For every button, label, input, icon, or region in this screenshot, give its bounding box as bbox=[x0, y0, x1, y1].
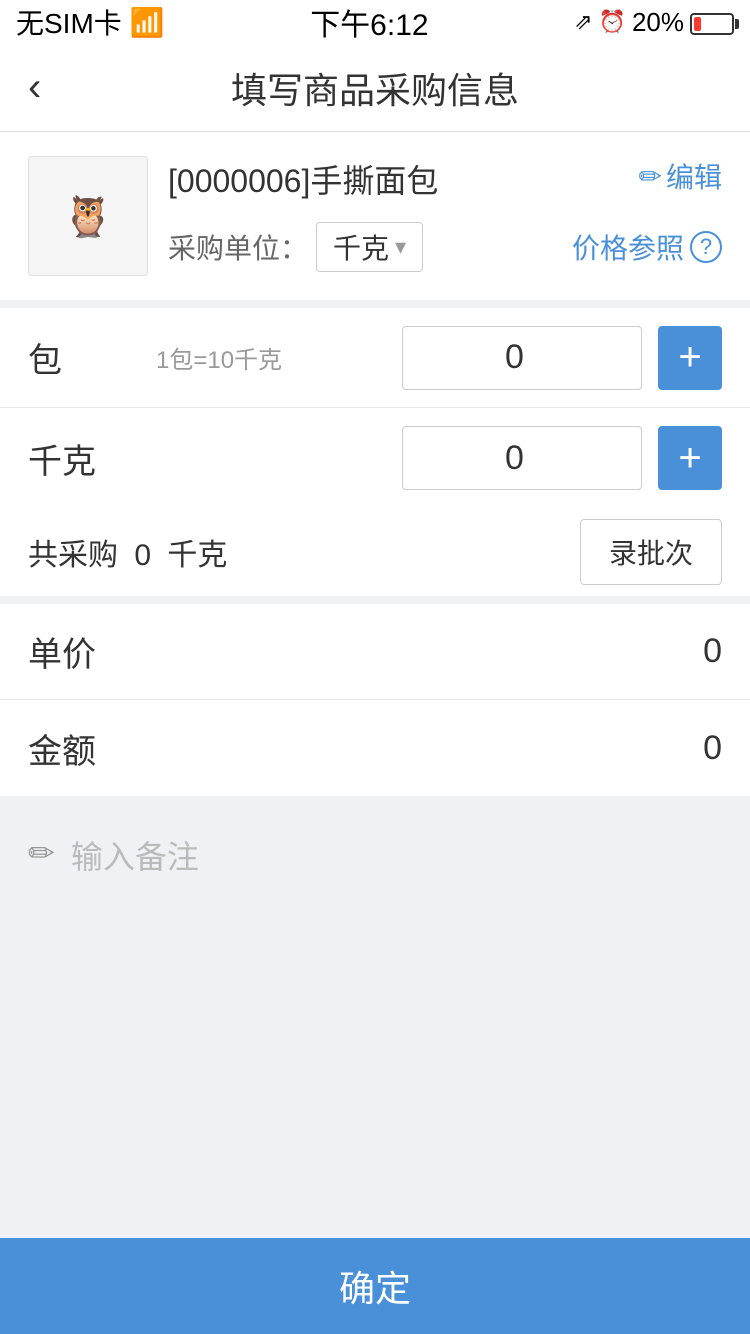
summary-amount: 0 bbox=[134, 539, 151, 572]
location-icon: ⇗ bbox=[574, 9, 592, 35]
edit-icon: ✏ bbox=[639, 160, 662, 193]
summary-row: 共采购 0 千克 录批次 bbox=[0, 508, 750, 604]
summary-text: 共采购 0 千克 bbox=[28, 530, 227, 574]
unit-price-row: 单价 0 bbox=[0, 604, 750, 700]
help-icon: ? bbox=[690, 231, 722, 263]
amount-row: 金额 0 bbox=[0, 700, 750, 796]
notes-section[interactable]: ✏ 输入备注 bbox=[0, 804, 750, 924]
content-spacer bbox=[0, 924, 750, 1224]
status-bar: 无SIM卡 📶 下午6:12 ⇗ ⏰ 20% bbox=[0, 0, 750, 44]
bag-input-right: + bbox=[282, 326, 722, 390]
product-image: 🦉 bbox=[28, 156, 148, 276]
amount-value: 0 bbox=[703, 729, 722, 768]
back-button[interactable]: ‹ bbox=[28, 65, 41, 110]
product-name: [0000006]手撕面包 bbox=[168, 156, 438, 202]
amount-label: 金额 bbox=[28, 724, 96, 773]
time-label: 下午6:12 bbox=[310, 0, 428, 44]
summary-unit: 千克 bbox=[167, 539, 227, 572]
summary-prefix: 共采购 bbox=[28, 539, 118, 572]
edit-label: 编辑 bbox=[666, 156, 722, 196]
kg-input-right: + bbox=[148, 426, 722, 490]
product-thumbnail-icon: 🦉 bbox=[63, 193, 113, 240]
price-ref-button[interactable]: 价格参照 ? bbox=[572, 227, 722, 267]
kg-number-input[interactable] bbox=[402, 426, 642, 490]
unit-value: 千克 bbox=[333, 227, 389, 267]
input-section: 包 1包=10千克 + 千克 + bbox=[0, 308, 750, 508]
unit-select[interactable]: 千克 ▾ bbox=[316, 222, 423, 272]
bag-number-input[interactable] bbox=[402, 326, 642, 390]
nav-bar: ‹ 填写商品采购信息 bbox=[0, 44, 750, 132]
confirm-button[interactable]: 确定 bbox=[0, 1238, 750, 1334]
alarm-icon: ⏰ bbox=[599, 9, 626, 35]
battery-percent: 20% bbox=[632, 7, 684, 38]
product-info: [0000006]手撕面包 ✏ 编辑 采购单位： 千克 ▾ 价格参照 ? bbox=[168, 156, 722, 272]
kg-input-row: 千克 + bbox=[0, 408, 750, 508]
battery-icon bbox=[690, 7, 734, 38]
page-title: 填写商品采购信息 bbox=[231, 62, 519, 114]
product-card: 🦉 [0000006]手撕面包 ✏ 编辑 采购单位： 千克 ▾ 价格参照 ? bbox=[0, 132, 750, 308]
carrier-label: 无SIM卡 bbox=[16, 2, 122, 42]
kg-plus-button[interactable]: + bbox=[658, 426, 722, 490]
bag-label: 包 bbox=[28, 333, 148, 382]
unit-price-label: 单价 bbox=[28, 627, 96, 676]
wifi-icon: 📶 bbox=[130, 6, 165, 39]
unit-price-value: 0 bbox=[703, 632, 722, 671]
kg-label: 千克 bbox=[28, 434, 148, 483]
unit-label: 采购单位： bbox=[168, 227, 308, 267]
batch-button[interactable]: 录批次 bbox=[580, 519, 722, 585]
product-header: [0000006]手撕面包 ✏ 编辑 bbox=[168, 156, 722, 202]
pencil-icon: ✏ bbox=[28, 834, 55, 872]
status-left: 无SIM卡 📶 bbox=[16, 2, 165, 42]
info-section: 单价 0 金额 0 bbox=[0, 604, 750, 796]
status-right: ⇗ ⏰ 20% bbox=[574, 7, 734, 38]
bag-plus-button[interactable]: + bbox=[658, 326, 722, 390]
bag-sublabel: 1包=10千克 bbox=[156, 340, 282, 375]
price-ref-label: 价格参照 bbox=[572, 227, 684, 267]
product-unit-row: 采购单位： 千克 ▾ 价格参照 ? bbox=[168, 222, 722, 272]
notes-placeholder: 输入备注 bbox=[71, 832, 199, 878]
chevron-down-icon: ▾ bbox=[395, 234, 406, 260]
bag-input-row: 包 1包=10千克 + bbox=[0, 308, 750, 408]
confirm-label: 确定 bbox=[339, 1260, 411, 1312]
edit-button[interactable]: ✏ 编辑 bbox=[639, 156, 722, 196]
